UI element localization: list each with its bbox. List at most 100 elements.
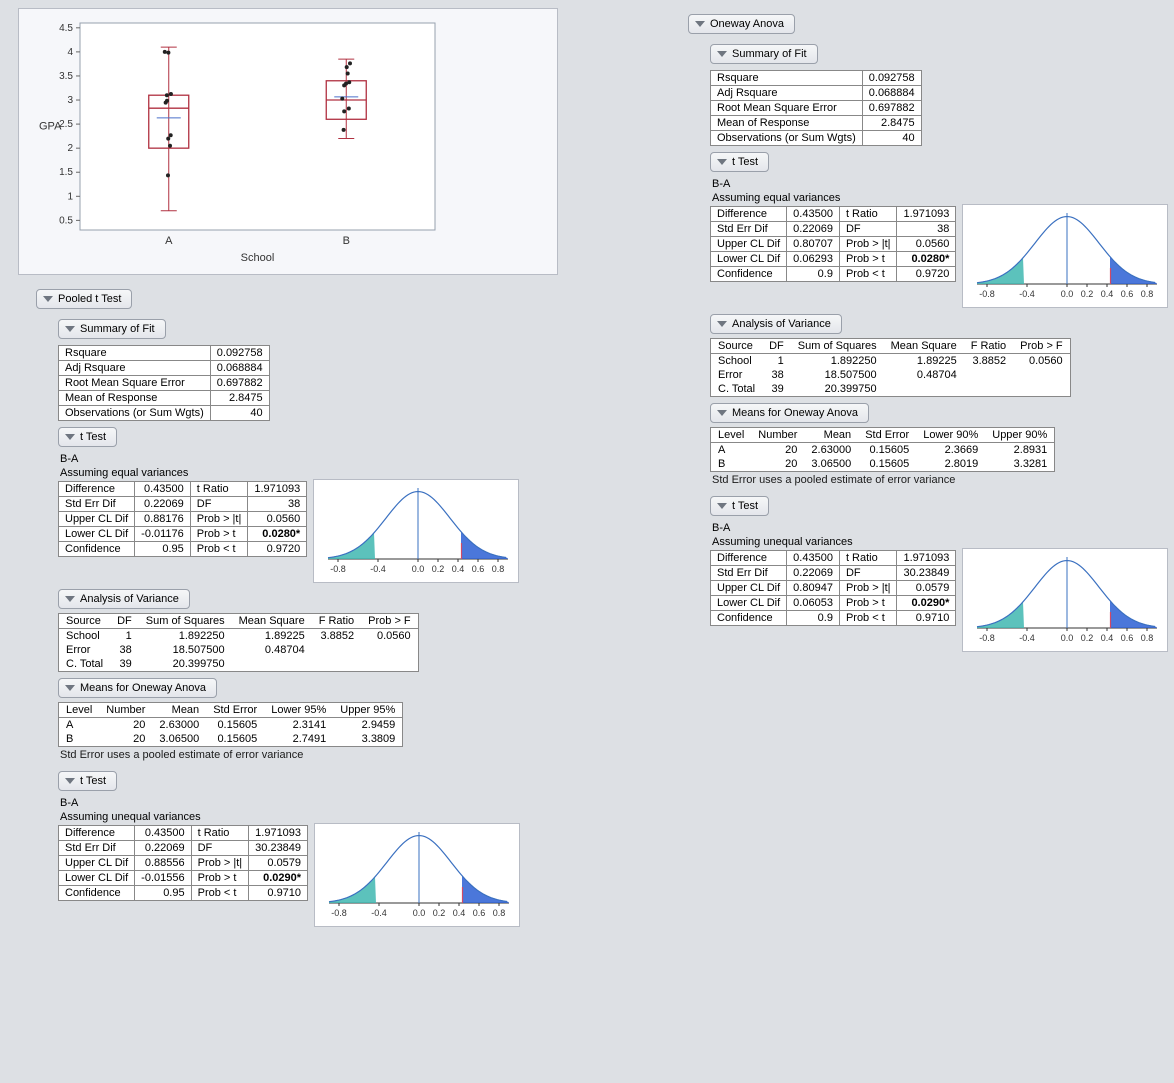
means-note: Std Error uses a pooled estimate of erro… [58, 747, 558, 765]
svg-text:B: B [343, 235, 350, 247]
disclosure-means-right[interactable]: Means for Oneway Anova [710, 403, 869, 423]
svg-text:0.0: 0.0 [1061, 633, 1074, 643]
svg-text:0.4: 0.4 [452, 564, 465, 574]
header-label: t Test [732, 500, 758, 512]
ttest2-table-left: Difference0.43500t Ratio1.971093Std Err … [58, 825, 308, 901]
chevron-down-icon [695, 21, 705, 27]
disclosure-ttest1-left[interactable]: t Test [58, 427, 117, 447]
header-label: t Test [80, 775, 106, 787]
svg-text:0.4: 0.4 [453, 908, 466, 918]
header-label: t Test [732, 156, 758, 168]
ttest-assume: Assuming unequal variances [710, 534, 1174, 548]
svg-text:0.0: 0.0 [413, 908, 426, 918]
disclosure-ttest2-left[interactable]: t Test [58, 771, 117, 791]
header-label: Oneway Anova [710, 18, 784, 30]
disclosure-anova-left[interactable]: Analysis of Variance [58, 589, 190, 609]
distribution-curve: -0.8 -0.4 0.0 0.2 0.4 0.6 0.8 [316, 482, 516, 577]
chevron-down-icon [717, 410, 727, 416]
svg-text:0.6: 0.6 [472, 564, 485, 574]
chevron-down-icon [65, 778, 75, 784]
disclosure-pooled-ttest[interactable]: Pooled t Test [36, 289, 132, 309]
svg-text:0.8: 0.8 [492, 564, 505, 574]
svg-text:0.8: 0.8 [1141, 289, 1154, 299]
boxplot-frame: 0.511.522.533.544.5GPAABSchool [18, 8, 558, 275]
svg-text:0.6: 0.6 [1121, 289, 1134, 299]
dist-curve-frame: -0.8 -0.4 0.0 0.2 0.4 0.6 0.8 [313, 479, 519, 583]
header-label: Means for Oneway Anova [732, 407, 858, 419]
svg-text:3.5: 3.5 [59, 71, 73, 82]
svg-text:4.5: 4.5 [59, 23, 73, 34]
svg-text:-0.4: -0.4 [1020, 633, 1036, 643]
chevron-down-icon [65, 596, 75, 602]
disclosure-summary-right[interactable]: Summary of Fit [710, 44, 818, 64]
header-label: Pooled t Test [58, 293, 121, 305]
distribution-curve: -0.8 -0.4 0.0 0.2 0.4 0.6 0.8 [965, 207, 1165, 302]
header-label: Summary of Fit [80, 323, 155, 335]
disclosure-summary-left[interactable]: Summary of Fit [58, 319, 166, 339]
svg-text:-0.8: -0.8 [980, 289, 996, 299]
svg-text:GPA: GPA [39, 121, 62, 133]
svg-text:-0.8: -0.8 [330, 564, 346, 574]
svg-text:0.6: 0.6 [473, 908, 486, 918]
dist-curve-frame: -0.8 -0.4 0.0 0.2 0.4 0.6 0.8 [962, 204, 1168, 308]
svg-text:-0.4: -0.4 [371, 908, 387, 918]
ttest1-table-right: Difference0.43500t Ratio1.971093Std Err … [710, 206, 956, 282]
disclosure-means-left[interactable]: Means for Oneway Anova [58, 678, 217, 698]
anova-table-left: SourceDFSum of SquaresMean SquareF Ratio… [58, 613, 419, 672]
disclosure-oneway[interactable]: Oneway Anova [688, 14, 795, 34]
svg-text:-0.4: -0.4 [1020, 289, 1036, 299]
boxplot-chart: 0.511.522.533.544.5GPAABSchool [25, 15, 445, 265]
header-label: Analysis of Variance [80, 593, 179, 605]
svg-text:0.2: 0.2 [433, 908, 446, 918]
anova-table-right: SourceDFSum of SquaresMean SquareF Ratio… [710, 338, 1071, 397]
svg-text:-0.4: -0.4 [370, 564, 386, 574]
svg-text:0.4: 0.4 [1101, 289, 1114, 299]
svg-text:0.6: 0.6 [1121, 633, 1134, 643]
chevron-down-icon [717, 159, 727, 165]
svg-text:0.8: 0.8 [493, 908, 506, 918]
chevron-down-icon [717, 321, 727, 327]
means-table-right: LevelNumberMeanStd ErrorLower 90%Upper 9… [710, 427, 1055, 472]
chevron-down-icon [717, 51, 727, 57]
disclosure-ttest2-right[interactable]: t Test [710, 496, 769, 516]
svg-text:0.5: 0.5 [59, 215, 73, 226]
ttest-assume: Assuming equal variances [710, 190, 1174, 204]
svg-text:School: School [241, 252, 275, 264]
dist-curve-frame: -0.8 -0.4 0.0 0.2 0.4 0.6 0.8 [962, 548, 1168, 652]
distribution-curve: -0.8-0.40.00.20.40.60.8 [317, 826, 517, 921]
ttest2-table-right: Difference0.43500t Ratio1.971093Std Err … [710, 550, 956, 626]
ttest1-table-left: Difference0.43500t Ratio1.971093Std Err … [58, 481, 307, 557]
svg-text:0.2: 0.2 [1081, 633, 1094, 643]
ttest-sub: B-A [58, 451, 558, 465]
svg-text:1.5: 1.5 [59, 167, 73, 178]
svg-text:3: 3 [67, 95, 73, 106]
header-label: Summary of Fit [732, 48, 807, 60]
svg-text:A: A [165, 235, 173, 247]
dist-curve-frame: -0.8-0.40.00.20.40.60.8 [314, 823, 520, 927]
svg-text:2: 2 [67, 143, 73, 154]
disclosure-ttest1-right[interactable]: t Test [710, 152, 769, 172]
chevron-down-icon [43, 296, 53, 302]
svg-text:0.4: 0.4 [1101, 633, 1114, 643]
svg-text:0.0: 0.0 [1061, 289, 1074, 299]
ttest-assume: Assuming unequal variances [58, 809, 558, 823]
ttest-sub: B-A [58, 795, 558, 809]
header-label: t Test [80, 431, 106, 443]
svg-text:0.8: 0.8 [1141, 633, 1154, 643]
svg-text:1: 1 [67, 191, 73, 202]
svg-text:4: 4 [67, 47, 73, 58]
ttest-sub: B-A [710, 176, 1174, 190]
svg-text:0.2: 0.2 [1081, 289, 1094, 299]
disclosure-anova-right[interactable]: Analysis of Variance [710, 314, 842, 334]
svg-text:-0.8: -0.8 [980, 633, 996, 643]
svg-text:0.2: 0.2 [432, 564, 445, 574]
header-label: Analysis of Variance [732, 318, 831, 330]
svg-text:0.0: 0.0 [412, 564, 425, 574]
right-column: Oneway Anova Summary of Fit Rsquare0.092… [688, 8, 1174, 927]
left-column: 0.511.522.533.544.5GPAABSchool Pooled t … [18, 8, 558, 927]
chevron-down-icon [65, 685, 75, 691]
header-label: Means for Oneway Anova [80, 682, 206, 694]
chevron-down-icon [65, 434, 75, 440]
chevron-down-icon [65, 326, 75, 332]
ttest-assume: Assuming equal variances [58, 465, 558, 479]
